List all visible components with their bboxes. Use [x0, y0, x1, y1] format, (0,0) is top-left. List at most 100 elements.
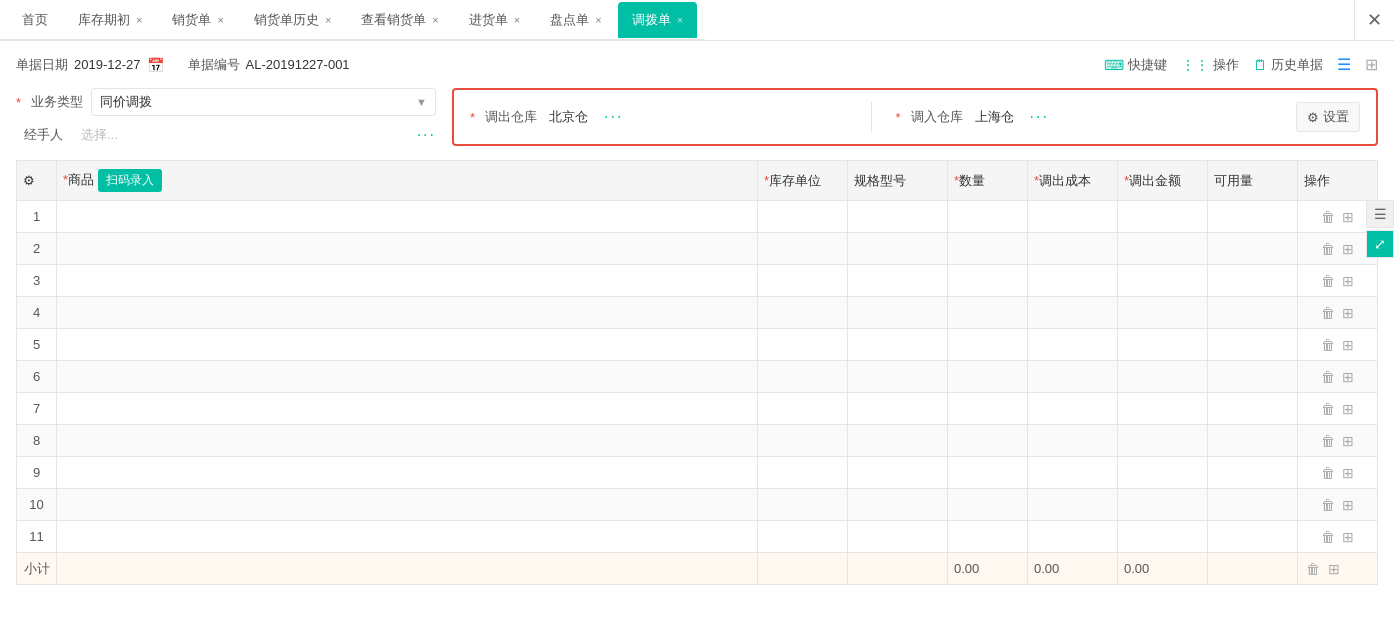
row-avail[interactable] — [1208, 297, 1298, 329]
row-cost[interactable] — [1028, 393, 1118, 425]
delete-icon[interactable]: 🗑 — [1321, 497, 1335, 513]
copy-icon[interactable]: ⊞ — [1342, 273, 1354, 289]
row-product[interactable] — [57, 329, 758, 361]
delete-icon[interactable]: 🗑 — [1321, 241, 1335, 257]
tab-purchase-order[interactable]: 进货单× — [455, 2, 534, 38]
delete-icon[interactable]: 🗑 — [1321, 465, 1335, 481]
row-avail[interactable] — [1208, 329, 1298, 361]
row-unit[interactable] — [758, 457, 848, 489]
row-avail[interactable] — [1208, 521, 1298, 553]
row-cost[interactable] — [1028, 457, 1118, 489]
row-product[interactable] — [57, 457, 758, 489]
row-unit[interactable] — [758, 361, 848, 393]
row-spec[interactable] — [848, 521, 948, 553]
row-spec[interactable] — [848, 297, 948, 329]
row-avail[interactable] — [1208, 489, 1298, 521]
row-avail[interactable] — [1208, 265, 1298, 297]
tab-sales-order[interactable]: 销货单× — [158, 2, 237, 38]
person-input[interactable]: 选择... — [81, 126, 118, 144]
copy-icon[interactable]: ⊞ — [1342, 401, 1354, 417]
delete-icon[interactable]: 🗑 — [1321, 209, 1335, 225]
row-qty[interactable] — [948, 297, 1028, 329]
row-cost[interactable] — [1028, 233, 1118, 265]
row-cost[interactable] — [1028, 489, 1118, 521]
delete-icon[interactable]: 🗑 — [1321, 401, 1335, 417]
tab-close-inventory-check[interactable]: × — [595, 14, 601, 26]
row-qty[interactable] — [948, 361, 1028, 393]
tab-close-inventory-init[interactable]: × — [136, 14, 142, 26]
shortcuts-button[interactable]: ⌨ 快捷键 — [1104, 56, 1167, 74]
row-spec[interactable] — [848, 489, 948, 521]
copy-icon[interactable]: ⊞ — [1342, 337, 1354, 353]
row-qty[interactable] — [948, 489, 1028, 521]
delete-icon[interactable]: 🗑 — [1321, 337, 1335, 353]
row-amount[interactable] — [1118, 297, 1208, 329]
tab-close-sales-history[interactable]: × — [325, 14, 331, 26]
copy-icon[interactable]: ⊞ — [1342, 529, 1354, 545]
history-button[interactable]: 🗒 历史单据 — [1253, 56, 1323, 74]
row-spec[interactable] — [848, 457, 948, 489]
scan-button[interactable]: 扫码录入 — [98, 169, 162, 192]
row-qty[interactable] — [948, 425, 1028, 457]
tab-close-sales-order[interactable]: × — [217, 14, 223, 26]
row-amount[interactable] — [1118, 425, 1208, 457]
row-amount[interactable] — [1118, 329, 1208, 361]
row-amount[interactable] — [1118, 361, 1208, 393]
delete-icon[interactable]: 🗑 — [1321, 433, 1335, 449]
tab-view-sales[interactable]: 查看销货单× — [347, 2, 452, 38]
row-spec[interactable] — [848, 265, 948, 297]
tab-close-view-sales[interactable]: × — [432, 14, 438, 26]
tab-close-purchase-order[interactable]: × — [514, 14, 520, 26]
row-qty[interactable] — [948, 265, 1028, 297]
tab-home[interactable]: 首页 — [8, 2, 62, 38]
subtotal-copy-icon[interactable]: ⊞ — [1328, 561, 1340, 577]
delete-icon[interactable]: 🗑 — [1321, 273, 1335, 289]
row-spec[interactable] — [848, 233, 948, 265]
row-unit[interactable] — [758, 425, 848, 457]
row-product[interactable] — [57, 521, 758, 553]
tab-transfer-order[interactable]: 调拨单× — [618, 2, 697, 38]
window-close-button[interactable]: ✕ — [1354, 0, 1394, 40]
row-cost[interactable] — [1028, 201, 1118, 233]
row-spec[interactable] — [848, 393, 948, 425]
row-qty[interactable] — [948, 457, 1028, 489]
delete-icon[interactable]: 🗑 — [1321, 305, 1335, 321]
layout-grid-button[interactable]: ⊞ — [1365, 55, 1378, 74]
calendar-icon[interactable]: 📅 — [147, 57, 164, 73]
row-product[interactable] — [57, 201, 758, 233]
row-amount[interactable] — [1118, 233, 1208, 265]
row-avail[interactable] — [1208, 361, 1298, 393]
copy-icon[interactable]: ⊞ — [1342, 241, 1354, 257]
side-expand-button[interactable]: ⤢ — [1366, 230, 1394, 258]
warehouse-in-dots-button[interactable]: ··· — [1030, 108, 1049, 126]
row-cost[interactable] — [1028, 265, 1118, 297]
row-unit[interactable] — [758, 489, 848, 521]
row-avail[interactable] — [1208, 457, 1298, 489]
row-qty[interactable] — [948, 329, 1028, 361]
subtotal-delete-icon[interactable]: 🗑 — [1306, 561, 1320, 577]
row-avail[interactable] — [1208, 233, 1298, 265]
col-header-settings[interactable]: ⚙ — [17, 161, 57, 201]
row-avail[interactable] — [1208, 425, 1298, 457]
person-dots-button[interactable]: ··· — [417, 126, 436, 144]
row-unit[interactable] — [758, 297, 848, 329]
row-unit[interactable] — [758, 265, 848, 297]
copy-icon[interactable]: ⊞ — [1342, 209, 1354, 225]
row-amount[interactable] — [1118, 265, 1208, 297]
row-amount[interactable] — [1118, 201, 1208, 233]
row-product[interactable] — [57, 489, 758, 521]
layout-list-button[interactable]: ☰ — [1337, 55, 1351, 74]
row-unit[interactable] — [758, 521, 848, 553]
delete-icon[interactable]: 🗑 — [1321, 369, 1335, 385]
row-spec[interactable] — [848, 329, 948, 361]
copy-icon[interactable]: ⊞ — [1342, 305, 1354, 321]
row-amount[interactable] — [1118, 489, 1208, 521]
row-avail[interactable] — [1208, 393, 1298, 425]
row-amount[interactable] — [1118, 393, 1208, 425]
tab-inventory-init[interactable]: 库存期初× — [64, 2, 156, 38]
row-cost[interactable] — [1028, 297, 1118, 329]
row-product[interactable] — [57, 425, 758, 457]
copy-icon[interactable]: ⊞ — [1342, 497, 1354, 513]
row-qty[interactable] — [948, 233, 1028, 265]
delete-icon[interactable]: 🗑 — [1321, 529, 1335, 545]
